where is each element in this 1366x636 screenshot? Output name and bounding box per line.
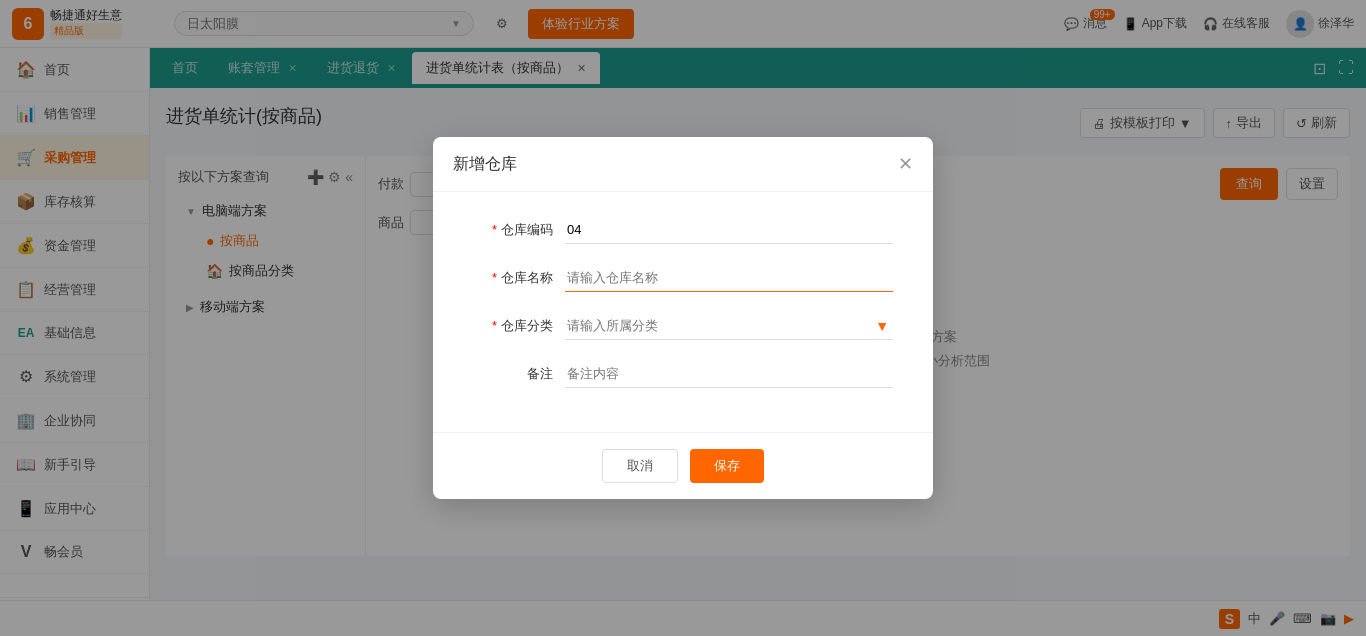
modal-body: 仓库编码 仓库名称 仓库分类 ▼ 备注 xyxy=(433,192,933,432)
code-label: 仓库编码 xyxy=(473,221,553,239)
category-select-wrapper: ▼ xyxy=(565,312,893,340)
note-input[interactable] xyxy=(565,360,893,388)
name-input[interactable] xyxy=(565,264,893,292)
modal-title: 新增仓库 xyxy=(453,154,517,175)
name-label: 仓库名称 xyxy=(473,269,553,287)
category-dropdown-icon[interactable]: ▼ xyxy=(875,318,889,334)
category-label: 仓库分类 xyxy=(473,317,553,335)
form-row-code: 仓库编码 xyxy=(473,216,893,244)
modal-header: 新增仓库 ✕ xyxy=(433,137,933,192)
cancel-button[interactable]: 取消 xyxy=(602,449,678,483)
add-warehouse-modal: 新增仓库 ✕ 仓库编码 仓库名称 仓库分类 ▼ 备注 取消 保存 xyxy=(433,137,933,499)
category-input[interactable] xyxy=(565,312,893,340)
modal-footer: 取消 保存 xyxy=(433,432,933,499)
modal-close-icon[interactable]: ✕ xyxy=(898,153,913,175)
form-row-category: 仓库分类 ▼ xyxy=(473,312,893,340)
code-input[interactable] xyxy=(565,216,893,244)
form-row-note: 备注 xyxy=(473,360,893,388)
form-row-name: 仓库名称 xyxy=(473,264,893,292)
save-button[interactable]: 保存 xyxy=(690,449,764,483)
note-label: 备注 xyxy=(473,365,553,383)
